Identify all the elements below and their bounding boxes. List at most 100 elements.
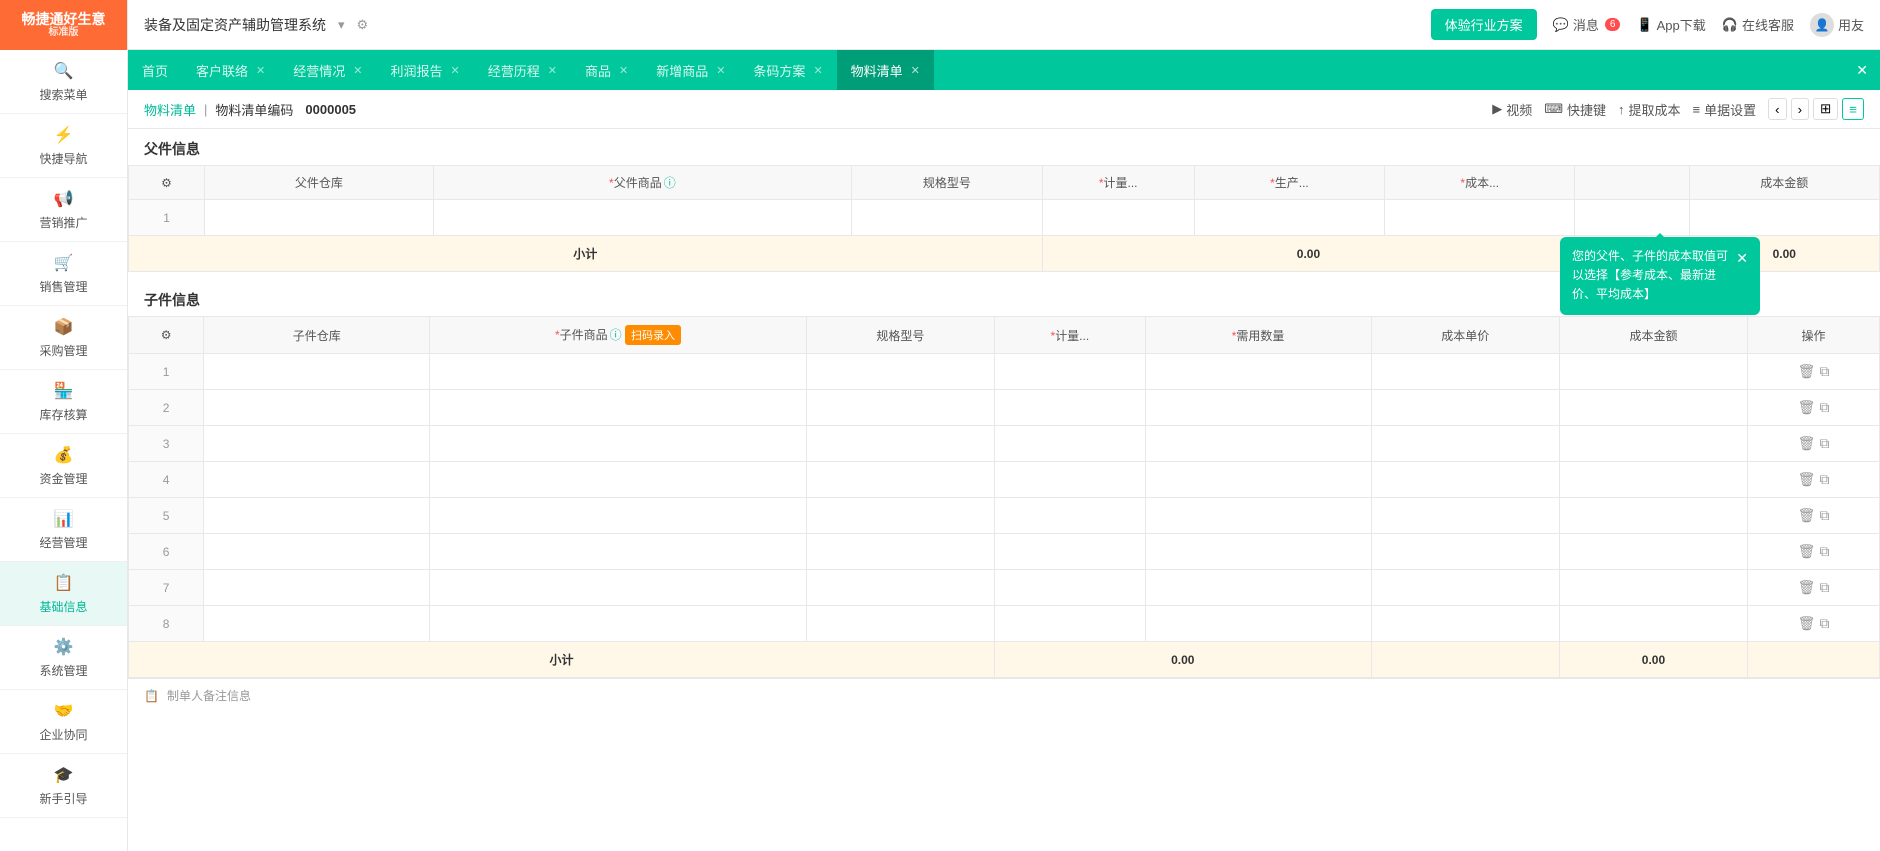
child-row-1-unit-cost[interactable] — [1371, 354, 1559, 390]
child-row-8-warehouse[interactable] — [204, 606, 430, 642]
child-row-6-warehouse[interactable] — [204, 534, 430, 570]
delete-row-4-button[interactable]: 🗑 — [1798, 471, 1816, 488]
child-row-7-unit[interactable] — [995, 570, 1146, 606]
copy-row-3-button[interactable]: ⧉ — [1819, 435, 1829, 452]
parent-col-settings[interactable]: ⚙ — [129, 166, 205, 200]
shortcut-action[interactable]: ⌨ 快捷键 — [1544, 100, 1606, 119]
message-action[interactable]: 💬 消息 6 — [1553, 15, 1621, 34]
nav-tab-close-6[interactable]: ✕ — [716, 64, 725, 77]
child-row-3-unit-cost[interactable] — [1371, 426, 1559, 462]
parent-row-1-warehouse[interactable] — [205, 200, 433, 236]
child-row-4-qty[interactable] — [1145, 462, 1371, 498]
close-all-icon[interactable]: ✕ — [1844, 62, 1880, 79]
nav-tab-close-7[interactable]: ✕ — [813, 64, 822, 77]
sidebar-item-purchase[interactable]: 📦采购管理 — [0, 306, 127, 370]
video-action[interactable]: ▶ 视频 — [1492, 100, 1532, 119]
child-row-3-qty[interactable] — [1145, 426, 1371, 462]
scan-input-button[interactable]: 扫码录入 — [625, 325, 681, 345]
child-row-5-product[interactable] — [430, 498, 807, 534]
child-row-5-unit[interactable] — [995, 498, 1146, 534]
single-settings-action[interactable]: ≡ 单据设置 — [1693, 100, 1757, 119]
delete-row-6-button[interactable]: 🗑 — [1798, 543, 1816, 560]
breadcrumb-page[interactable]: 物料清单 — [144, 100, 196, 119]
child-row-4-product[interactable] — [430, 462, 807, 498]
copy-row-4-button[interactable]: ⧉ — [1819, 471, 1829, 488]
nav-tab-close-8[interactable]: ✕ — [911, 64, 920, 77]
parent-row-1-unit[interactable] — [1042, 200, 1194, 236]
nav-tab-close-2[interactable]: ✕ — [353, 64, 362, 77]
nav-tab-0[interactable]: 首页 — [128, 50, 182, 90]
child-row-7-product[interactable] — [430, 570, 807, 606]
child-row-2-product[interactable] — [430, 390, 807, 426]
child-row-7-warehouse[interactable] — [204, 570, 430, 606]
child-row-8-unit-cost[interactable] — [1371, 606, 1559, 642]
child-row-6-unit-cost[interactable] — [1371, 534, 1559, 570]
sidebar-item-sales[interactable]: 🛒销售管理 — [0, 242, 127, 306]
child-row-5-qty[interactable] — [1145, 498, 1371, 534]
child-row-2-unit[interactable] — [995, 390, 1146, 426]
sidebar-item-basic[interactable]: 📋基础信息 — [0, 562, 127, 626]
sidebar-item-marketing[interactable]: 📢营销推广 — [0, 178, 127, 242]
nav-tab-5[interactable]: 商品✕ — [571, 50, 642, 90]
list-view-button[interactable]: ≡ — [1842, 98, 1864, 120]
nav-tab-close-4[interactable]: ✕ — [548, 64, 557, 77]
extract-cost-action[interactable]: ↑ 提取成本 — [1618, 100, 1681, 119]
child-col-settings[interactable]: ⚙ — [129, 317, 204, 354]
child-row-3-warehouse[interactable] — [204, 426, 430, 462]
parent-row-1-production[interactable] — [1194, 200, 1384, 236]
sidebar-item-guide[interactable]: 🎓新手引导 — [0, 754, 127, 818]
delete-row-7-button[interactable]: 🗑 — [1798, 579, 1816, 596]
parent-row-1-product[interactable] — [433, 200, 852, 236]
online-service-action[interactable]: 🎧 在线客服 — [1722, 15, 1794, 34]
child-row-8-unit[interactable] — [995, 606, 1146, 642]
child-row-7-unit-cost[interactable] — [1371, 570, 1559, 606]
tooltip-close-button[interactable]: ✕ — [1736, 247, 1748, 269]
child-row-3-product[interactable] — [430, 426, 807, 462]
nav-tab-close-5[interactable]: ✕ — [619, 64, 628, 77]
child-row-4-unit-cost[interactable] — [1371, 462, 1559, 498]
copy-row-1-button[interactable]: ⧉ — [1819, 363, 1829, 380]
child-row-2-unit-cost[interactable] — [1371, 390, 1559, 426]
sidebar-item-search[interactable]: 🔍搜索菜单 — [0, 50, 127, 114]
child-row-1-unit[interactable] — [995, 354, 1146, 390]
child-row-5-spec[interactable] — [806, 498, 994, 534]
nav-tab-2[interactable]: 经营情况✕ — [279, 50, 376, 90]
delete-row-2-button[interactable]: 🗑 — [1798, 399, 1816, 416]
experience-button[interactable]: 体验行业方案 — [1431, 9, 1537, 40]
grid-view-button[interactable]: ⊞ — [1813, 98, 1838, 120]
copy-row-6-button[interactable]: ⧉ — [1819, 543, 1829, 560]
nav-tab-1[interactable]: 客户联络✕ — [182, 50, 279, 90]
child-row-1-product[interactable] — [430, 354, 807, 390]
child-row-5-warehouse[interactable] — [204, 498, 430, 534]
settings-icon[interactable]: ⚙ — [357, 17, 369, 33]
next-page-button[interactable]: › — [1791, 98, 1809, 120]
child-row-8-qty[interactable] — [1145, 606, 1371, 642]
child-row-4-warehouse[interactable] — [204, 462, 430, 498]
child-row-2-qty[interactable] — [1145, 390, 1371, 426]
child-row-1-spec[interactable] — [806, 354, 994, 390]
child-row-6-spec[interactable] — [806, 534, 994, 570]
child-row-4-spec[interactable] — [806, 462, 994, 498]
child-row-6-qty[interactable] — [1145, 534, 1371, 570]
nav-tab-close-3[interactable]: ✕ — [451, 64, 460, 77]
sidebar-item-inventory[interactable]: 🏪库存核算 — [0, 370, 127, 434]
copy-row-8-button[interactable]: ⧉ — [1819, 615, 1829, 632]
child-row-3-unit[interactable] — [995, 426, 1146, 462]
prev-page-button[interactable]: ‹ — [1768, 98, 1786, 120]
nav-tab-7[interactable]: 条码方案✕ — [739, 50, 836, 90]
child-row-5-unit-cost[interactable] — [1371, 498, 1559, 534]
child-row-6-unit[interactable] — [995, 534, 1146, 570]
delete-row-5-button[interactable]: 🗑 — [1798, 507, 1816, 524]
sidebar-item-finance[interactable]: 💰资金管理 — [0, 434, 127, 498]
child-row-8-product[interactable] — [430, 606, 807, 642]
child-row-2-warehouse[interactable] — [204, 390, 430, 426]
child-row-7-qty[interactable] — [1145, 570, 1371, 606]
delete-row-3-button[interactable]: 🗑 — [1798, 435, 1816, 452]
child-row-2-spec[interactable] — [806, 390, 994, 426]
delete-row-8-button[interactable]: 🗑 — [1798, 615, 1816, 632]
child-row-1-warehouse[interactable] — [204, 354, 430, 390]
sidebar-item-collab[interactable]: 🤝企业协同 — [0, 690, 127, 754]
copy-row-2-button[interactable]: ⧉ — [1819, 399, 1829, 416]
parent-row-1-spec[interactable] — [852, 200, 1042, 236]
nav-tab-close-1[interactable]: ✕ — [256, 64, 265, 77]
